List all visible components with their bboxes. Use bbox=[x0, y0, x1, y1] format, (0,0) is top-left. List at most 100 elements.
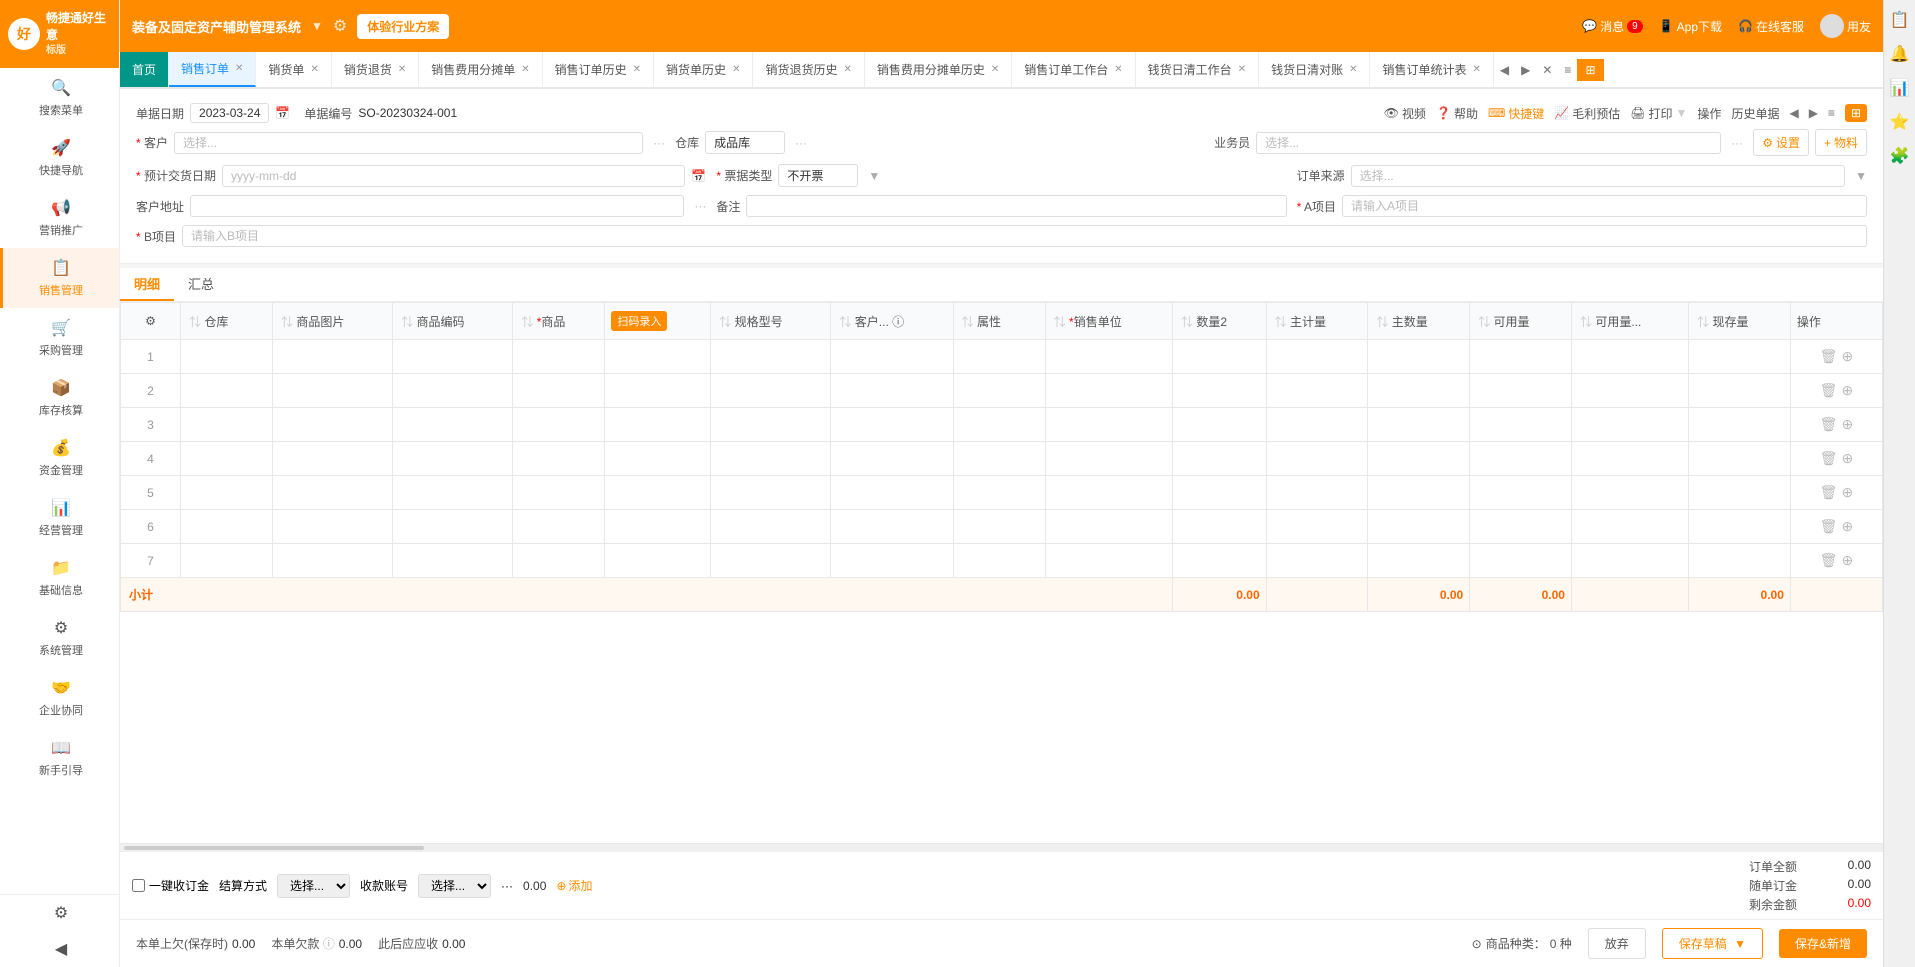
sidebar-collapse-btn[interactable]: ◀ bbox=[0, 931, 119, 967]
row-image-3[interactable] bbox=[273, 408, 393, 442]
tab-close-1[interactable]: ✕ bbox=[235, 63, 243, 74]
tab-7[interactable]: 销货退货历史✕ bbox=[753, 52, 864, 87]
row-spec-2[interactable] bbox=[711, 374, 831, 408]
account-dots[interactable]: ··· bbox=[501, 879, 513, 893]
row-copy-icon-4[interactable]: ⊕ bbox=[1841, 450, 1853, 467]
sidebar-item-settings[interactable]: ⚙ bbox=[0, 895, 119, 931]
operation-btn[interactable]: 操作 bbox=[1697, 105, 1721, 122]
sidebar-item-4[interactable]: 🛒 采购管理 bbox=[0, 308, 119, 368]
tab-6[interactable]: 销货单历史✕ bbox=[654, 52, 753, 87]
app-download-btn[interactable]: 📱 App下载 bbox=[1659, 18, 1722, 35]
row-sku-code-5[interactable] bbox=[393, 476, 513, 510]
tab-detail[interactable]: 明细 bbox=[120, 268, 174, 301]
topbar-gear-icon[interactable]: ⚙ bbox=[333, 16, 347, 36]
row-avail-qty2-1[interactable] bbox=[1571, 340, 1688, 374]
message-btn[interactable]: 💬 消息 9 bbox=[1582, 18, 1643, 35]
row-warehouse-5[interactable] bbox=[181, 476, 273, 510]
row-avail-qty2-6[interactable] bbox=[1571, 510, 1688, 544]
tab-close-9[interactable]: ✕ bbox=[1114, 64, 1122, 75]
row-image-1[interactable] bbox=[273, 340, 393, 374]
row-warehouse-2[interactable] bbox=[181, 374, 273, 408]
row-qty2-1[interactable] bbox=[1173, 340, 1267, 374]
settings-btn[interactable]: ⚙ 设置 bbox=[1753, 129, 1809, 156]
row-unit-3[interactable] bbox=[1045, 408, 1172, 442]
row-spec-7[interactable] bbox=[711, 544, 831, 578]
industry-btn[interactable]: 体验行业方案 bbox=[357, 14, 449, 39]
row-sku-code-7[interactable] bbox=[393, 544, 513, 578]
row-copy-icon-5[interactable]: ⊕ bbox=[1841, 484, 1853, 501]
row-product-5[interactable] bbox=[513, 476, 605, 510]
row-current-qty-3[interactable] bbox=[1689, 408, 1791, 442]
grid-view-icon[interactable]: ≡ bbox=[1828, 106, 1835, 120]
row-current-qty-7[interactable] bbox=[1689, 544, 1791, 578]
row-customer-code-6[interactable] bbox=[831, 510, 953, 544]
tab-11[interactable]: 钱货日清对账✕ bbox=[1259, 52, 1370, 87]
row-main-unit-1[interactable] bbox=[1266, 340, 1368, 374]
row-avail-qty2-4[interactable] bbox=[1571, 442, 1688, 476]
row-delete-icon-3[interactable]: 🗑 bbox=[1820, 416, 1838, 433]
panel-icon-3[interactable]: 📊 bbox=[1886, 74, 1914, 102]
row-current-qty-5[interactable] bbox=[1689, 476, 1791, 510]
row-main-qty-1[interactable] bbox=[1368, 340, 1470, 374]
history-btn[interactable]: 历史单据 bbox=[1731, 105, 1779, 122]
th-spec[interactable]: ⇅ 规格型号 bbox=[711, 303, 831, 340]
th-product[interactable]: ⇅ *商品 bbox=[513, 303, 605, 340]
th-unit[interactable]: ⇅ *销售单位 bbox=[1045, 303, 1172, 340]
th-attr[interactable]: ⇅ 属性 bbox=[953, 303, 1045, 340]
row-main-unit-2[interactable] bbox=[1266, 374, 1368, 408]
row-customer-code-1[interactable] bbox=[831, 340, 953, 374]
row-main-unit-7[interactable] bbox=[1266, 544, 1368, 578]
th-customer-code[interactable]: ⇅ 客户... ⓘ bbox=[831, 303, 953, 340]
row-avail-qty-1[interactable] bbox=[1470, 340, 1572, 374]
tab-close-6[interactable]: ✕ bbox=[732, 64, 740, 75]
row-main-unit-3[interactable] bbox=[1266, 408, 1368, 442]
tab-close-4[interactable]: ✕ bbox=[521, 64, 529, 75]
payment-method-select[interactable]: 选择... bbox=[277, 874, 350, 898]
row-current-qty-4[interactable] bbox=[1689, 442, 1791, 476]
row-warehouse-3[interactable] bbox=[181, 408, 273, 442]
row-main-unit-5[interactable] bbox=[1266, 476, 1368, 510]
row-qty2-5[interactable] bbox=[1173, 476, 1267, 510]
tab-close-10[interactable]: ✕ bbox=[1238, 64, 1246, 75]
row-main-qty-3[interactable] bbox=[1368, 408, 1470, 442]
row-spec-3[interactable] bbox=[711, 408, 831, 442]
row-customer-code-2[interactable] bbox=[831, 374, 953, 408]
row-avail-qty2-5[interactable] bbox=[1571, 476, 1688, 510]
row-product-3[interactable] bbox=[513, 408, 605, 442]
row-product-2[interactable] bbox=[513, 374, 605, 408]
sidebar-item-7[interactable]: 📊 经营管理 bbox=[0, 488, 119, 548]
row-customer-code-4[interactable] bbox=[831, 442, 953, 476]
tab-1[interactable]: 销售订单✕ bbox=[169, 52, 256, 87]
sidebar-item-5[interactable]: 📦 库存核算 bbox=[0, 368, 119, 428]
row-copy-icon-6[interactable]: ⊕ bbox=[1841, 518, 1853, 535]
customer-dots[interactable]: ··· bbox=[653, 136, 665, 150]
row-warehouse-4[interactable] bbox=[181, 442, 273, 476]
row-attr-6[interactable] bbox=[953, 510, 1045, 544]
tab-close-11[interactable]: ✕ bbox=[1349, 64, 1357, 75]
row-current-qty-2[interactable] bbox=[1689, 374, 1791, 408]
panel-icon-2[interactable]: 🔔 bbox=[1886, 40, 1914, 68]
row-delete-icon-1[interactable]: 🗑 bbox=[1820, 348, 1838, 365]
address-dots[interactable]: ··· bbox=[694, 199, 706, 213]
sidebar-item-1[interactable]: 🚀 快捷导航 bbox=[0, 128, 119, 188]
row-spec-6[interactable] bbox=[711, 510, 831, 544]
one-click-checkbox-input[interactable] bbox=[132, 879, 145, 892]
row-warehouse-7[interactable] bbox=[181, 544, 273, 578]
shortcut-btn[interactable]: ⌨ 快捷键 bbox=[1488, 105, 1544, 122]
tab-close-all-btn[interactable]: ✕ bbox=[1536, 55, 1558, 85]
sidebar-item-9[interactable]: ⚙ 系统管理 bbox=[0, 608, 119, 668]
scan-btn[interactable]: 扫码录入 bbox=[611, 311, 667, 331]
row-image-2[interactable] bbox=[273, 374, 393, 408]
row-avail-qty2-7[interactable] bbox=[1571, 544, 1688, 578]
row-unit-2[interactable] bbox=[1045, 374, 1172, 408]
row-current-qty-6[interactable] bbox=[1689, 510, 1791, 544]
tab-close-12[interactable]: ✕ bbox=[1473, 64, 1481, 75]
row-warehouse-6[interactable] bbox=[181, 510, 273, 544]
row-sku-code-6[interactable] bbox=[393, 510, 513, 544]
tab-12[interactable]: 销售订单统计表✕ bbox=[1370, 52, 1493, 87]
date-value[interactable]: 2023-03-24 bbox=[190, 103, 269, 123]
nav-prev-icon[interactable]: ◀ bbox=[1789, 106, 1798, 120]
row-sku-code-3[interactable] bbox=[393, 408, 513, 442]
note-input[interactable] bbox=[746, 195, 1286, 217]
row-delete-icon-4[interactable]: 🗑 bbox=[1820, 450, 1838, 467]
